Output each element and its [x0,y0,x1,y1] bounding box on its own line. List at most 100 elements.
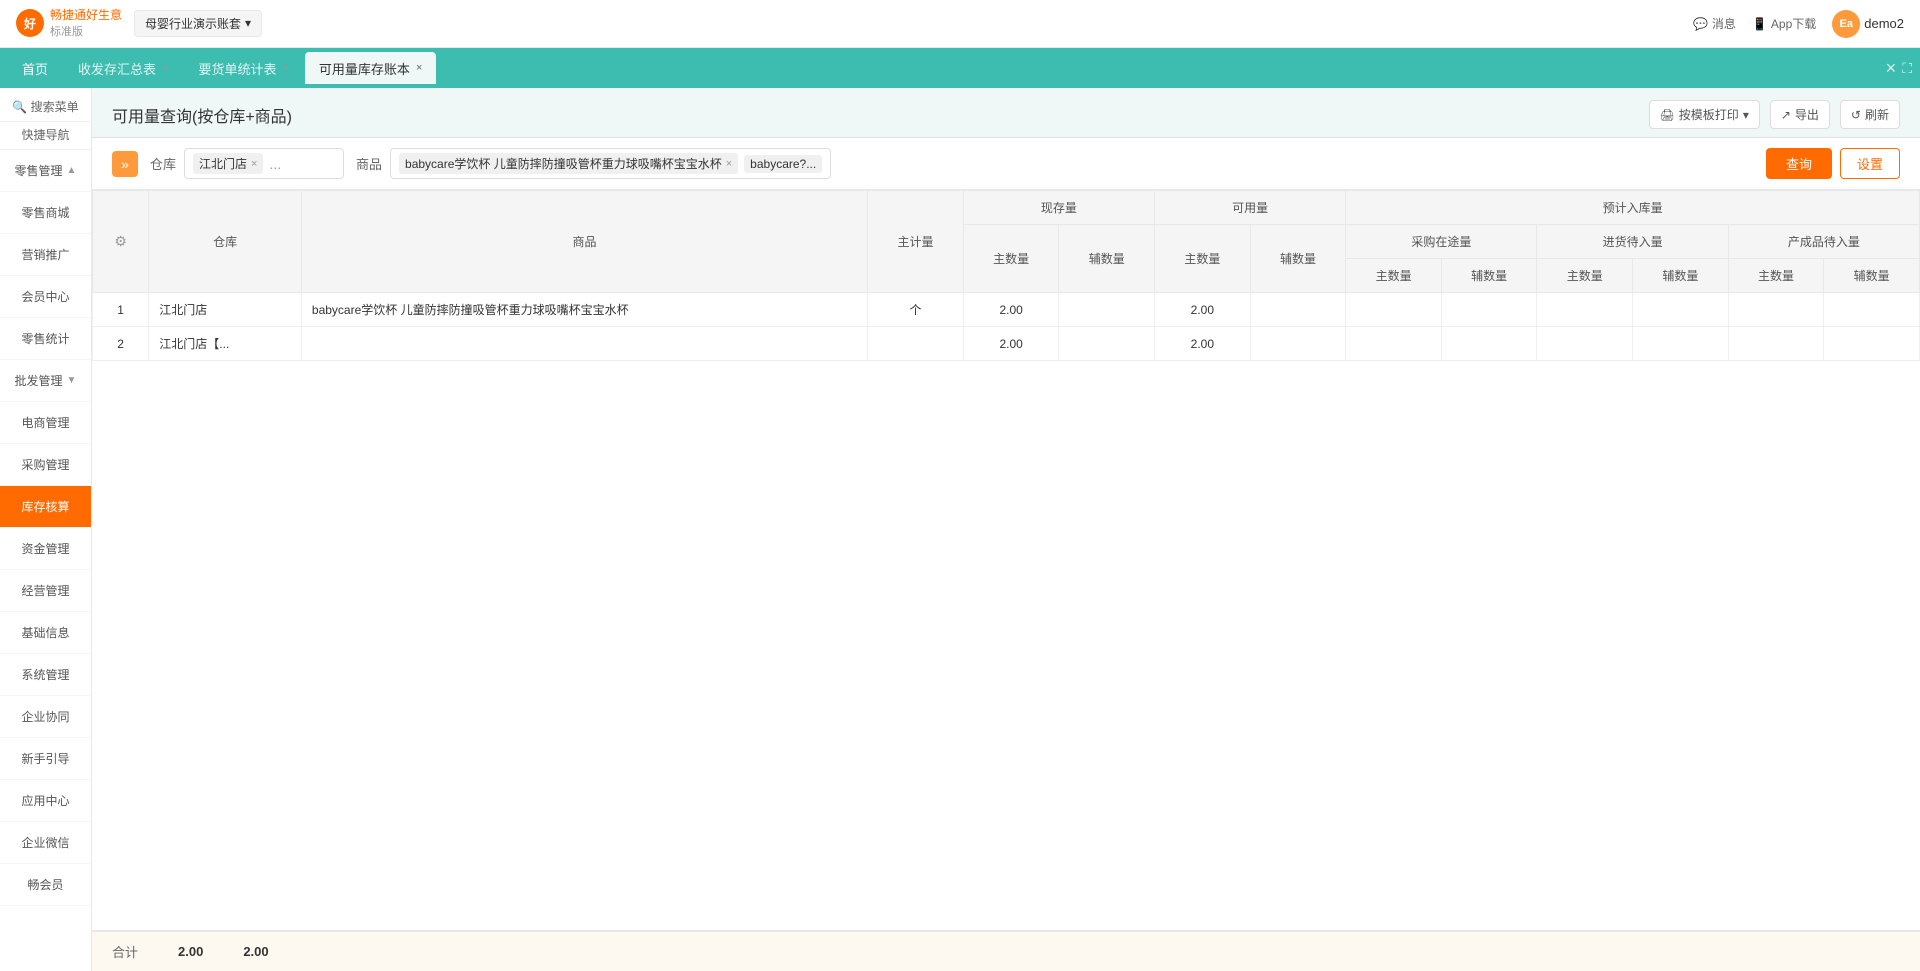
print-button[interactable]: 🖨 按模板打印 ▾ [1649,100,1760,129]
cell-arrival-main [1537,293,1633,327]
th-stock-sub: 辅数量 [1059,225,1155,293]
sidebar-item-label: 系统管理 [21,666,69,683]
cell-stock-main: 2.00 [963,293,1059,327]
industry-selector[interactable]: 母婴行业演示账套 ▾ [134,10,262,37]
sidebar-item-member[interactable]: 会员中心 [0,276,91,318]
gear-icon[interactable]: ⚙ [114,233,127,249]
expand-button[interactable]: ⛶ [1902,60,1912,77]
tab-order-stat[interactable]: 要货单统计表 × [184,52,302,84]
chevron-icon: ▲ [67,165,77,176]
cell-purchase-main [1346,293,1442,327]
print-icon: 🖨 [1660,108,1675,122]
th-prod-sub: 辅数量 [1824,259,1920,293]
export-icon: ↗ [1781,108,1791,122]
cell-purchase-sub [1441,293,1537,327]
tab-available-close[interactable]: × [416,62,422,74]
sidebar-item-label: 零售统计 [21,330,69,347]
warehouse-tag-remove[interactable]: × [251,158,257,170]
sidebar-item-label: 批发管理 [15,372,63,389]
filter-actions: 查询 设置 [1766,148,1900,179]
sidebar-search[interactable]: 🔍 搜索菜单 [0,88,91,122]
logo-area: 好 畅捷通好生意 标准版 [16,8,122,38]
search-icon: 🔍 [12,100,27,114]
tab-order-stat-close[interactable]: × [282,62,288,74]
product-input[interactable]: babycare学饮杯 儿童防摔防撞吸管杯重力球吸嘴杯宝宝水杯 × babyca… [390,148,831,179]
sidebar-item-inventory[interactable]: 库存核算 [0,486,91,528]
sidebar-item-enterprise[interactable]: 企业协同 [0,696,91,738]
refresh-label: 刷新 [1865,106,1889,123]
user-area[interactable]: Ea demo2 [1832,10,1904,38]
cell-no: 2 [93,327,149,361]
table-row: 2 江北门店【... 2.00 2.00 [93,327,1920,361]
page-actions: 🖨 按模板打印 ▾ ↗ 导出 ↺ 刷新 [1649,100,1900,129]
table-row: 1 江北门店 babycare学饮杯 儿童防摔防撞吸管杯重力球吸嘴杯宝宝水杯 个… [93,293,1920,327]
th-warehouse: 仓库 [149,191,302,293]
sidebar-item-finance[interactable]: 资金管理 [0,528,91,570]
th-purchase-main: 主数量 [1346,259,1442,293]
warehouse-input[interactable]: 江北门店 × ... [184,148,344,179]
sidebar-item-retail-mgmt[interactable]: 零售管理 ▲ [0,150,91,192]
product-filter-group: 商品 babycare学饮杯 儿童防摔防撞吸管杯重力球吸嘴杯宝宝水杯 × bab… [356,148,831,179]
tab-summary-label: 收发存汇总表 [78,59,156,78]
refresh-icon: ↺ [1851,108,1861,122]
table-scroll-wrapper[interactable]: ⚙ 仓库 商品 主计量 现存量 可用量 预计入库量 主数量 辅数量 [92,190,1920,930]
print-dropdown-icon: ▾ [1743,108,1749,122]
sidebar-item-wholesale[interactable]: 批发管理 ▼ [0,360,91,402]
sidebar-quick-nav[interactable]: 快捷导航 [0,122,91,150]
th-avail-sub: 辅数量 [1250,225,1346,293]
sidebar-item-wechat[interactable]: 企业微信 [0,822,91,864]
cell-avail-sub [1250,327,1346,361]
sidebar-item-newbie[interactable]: 新手引导 [0,738,91,780]
toggle-icon: » [121,156,129,172]
export-label: 导出 [1795,106,1819,123]
sidebar-item-purchase[interactable]: 采购管理 [0,444,91,486]
sidebar-item-retail-stats[interactable]: 零售统计 [0,318,91,360]
warehouse-tag-text: 江北门店 [199,155,247,172]
tab-summary[interactable]: 收发存汇总表 × [64,52,182,84]
tab-home[interactable]: 首页 [8,52,62,84]
cell-purchase-sub [1441,327,1537,361]
sidebar-item-app-center[interactable]: 应用中心 [0,780,91,822]
product-tag1: babycare学饮杯 儿童防摔防撞吸管杯重力球吸嘴杯宝宝水杯 × [399,153,738,174]
product-tag2-text: babycare?... [750,157,816,171]
settings-button[interactable]: 设置 [1840,148,1900,179]
export-button[interactable]: ↗ 导出 [1770,100,1830,129]
page-title: 可用量查询(按仓库+商品) [112,103,292,127]
th-arrival-main: 主数量 [1537,259,1633,293]
filter-toggle[interactable]: » [112,151,138,177]
warehouse-more[interactable]: ... [269,156,281,172]
th-arrival-group: 进货待入量 [1537,225,1728,259]
footer-avail-main: 2.00 [243,944,268,959]
quick-nav-label: 快捷导航 [21,128,69,142]
sidebar-item-business[interactable]: 经营管理 [0,570,91,612]
th-prod-main: 主数量 [1728,259,1824,293]
sidebar-item-ecommerce[interactable]: 电商管理 [0,402,91,444]
footer-stock-main: 2.00 [178,944,203,959]
data-table: ⚙ 仓库 商品 主计量 现存量 可用量 预计入库量 主数量 辅数量 [92,190,1920,361]
tab-available-label: 可用量库存账本 [319,59,410,78]
content-area: 可用量查询(按仓库+商品) 🖨 按模板打印 ▾ ↗ 导出 ↺ 刷新 [92,88,1920,971]
cell-avail-main: 2.00 [1155,293,1251,327]
message-action[interactable]: 💬 消息 [1693,15,1736,32]
app-download-action[interactable]: 📱 App下载 [1752,15,1816,32]
product-tag1-remove[interactable]: × [726,158,732,170]
sidebar-item-basic-info[interactable]: 基础信息 [0,612,91,654]
product-tag2: babycare?... [744,155,822,173]
sidebar-item-marketing[interactable]: 营销推广 [0,234,91,276]
tab-summary-close[interactable]: × [162,62,168,74]
tab-available[interactable]: 可用量库存账本 × [305,52,436,84]
sidebar-item-system[interactable]: 系统管理 [0,654,91,696]
sidebar-item-member2[interactable]: 畅会员 [0,864,91,906]
top-bar: 好 畅捷通好生意 标准版 母婴行业演示账套 ▾ 💬 消息 📱 App下载 Ea … [0,0,1920,48]
cell-arrival-sub [1633,327,1729,361]
industry-label: 母婴行业演示账套 [145,15,241,32]
sidebar-item-retail-mall[interactable]: 零售商城 [0,192,91,234]
query-button[interactable]: 查询 [1766,148,1832,179]
main-layout: 🔍 搜索菜单 快捷导航 零售管理 ▲ 零售商城 营销推广 会员中心 零售统计 批… [0,88,1920,971]
top-bar-right: 💬 消息 📱 App下载 Ea demo2 [1693,10,1904,38]
th-avail-main: 主数量 [1155,225,1251,293]
close-all-button[interactable]: × [1886,58,1897,79]
cell-product: babycare学饮杯 儿童防摔防撞吸管杯重力球吸嘴杯宝宝水杯 [301,293,867,327]
sidebar-item-label: 企业微信 [21,834,69,851]
refresh-button[interactable]: ↺ 刷新 [1840,100,1900,129]
